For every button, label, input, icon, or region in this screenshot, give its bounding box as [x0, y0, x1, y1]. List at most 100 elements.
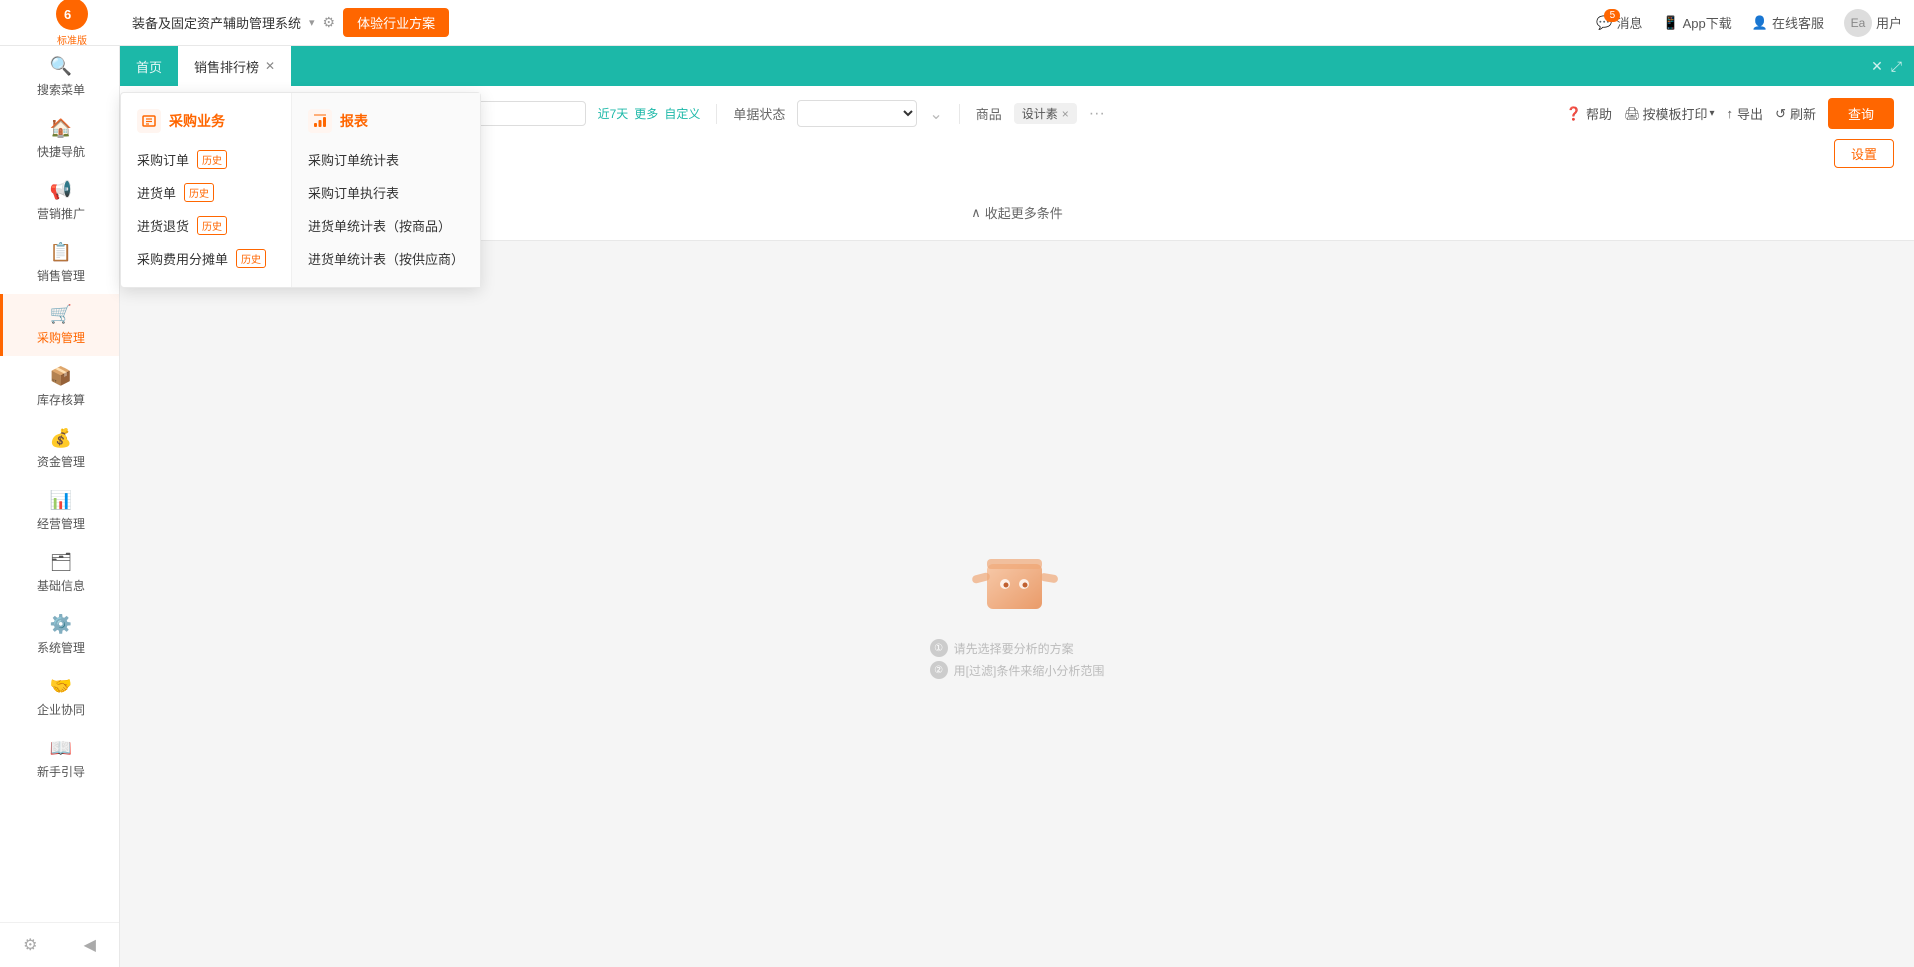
sidebar-settings-icon[interactable]: ⚙: [23, 935, 37, 955]
refresh-label: 刷新: [1790, 104, 1816, 123]
tab-home[interactable]: 首页: [120, 46, 178, 86]
sidebar-item-inventory[interactable]: 📦 库存核算: [0, 356, 119, 418]
tab-home-label: 首页: [136, 57, 162, 76]
export-icon: ↑: [1727, 106, 1734, 121]
help-icon: ❓: [1566, 106, 1582, 122]
system-name-text: 装备及固定资产辅助管理系统: [132, 13, 301, 32]
avatar: Ea: [1844, 9, 1872, 37]
export-button[interactable]: ↑ 导出: [1727, 104, 1764, 123]
collapse-label: 收起更多条件: [985, 203, 1063, 222]
sidebar-item-collab[interactable]: 🤝 企业协同: [0, 666, 119, 728]
help-button[interactable]: ❓ 帮助: [1566, 104, 1612, 123]
date-more[interactable]: 更多: [634, 105, 658, 122]
divider-1: [716, 104, 717, 124]
toolbar-right: ❓ 帮助 🖨 按模板打印 ▾ ↑ 导出 ↺ 刷新: [1566, 98, 1894, 129]
purchase-dropdown-menu: 采购业务 采购订单 历史 进货单 历史 进货退货 历史 采购费用分摊单 历史: [120, 92, 481, 288]
dropdown-report-header: 报表: [292, 105, 480, 143]
logo-area: 6 标准版: [12, 0, 132, 47]
dropdown-item-stock-stats-supplier[interactable]: 进货单统计表（按供应商）: [292, 242, 480, 275]
dropdown-item-stock-in-label: 进货单: [137, 183, 176, 202]
sales-icon: 📋: [50, 242, 72, 263]
system-name-area: 装备及固定资产辅助管理系统 ▾ ⚙ 体验行业方案: [132, 8, 1596, 37]
dropdown-item-purchase-order-exec[interactable]: 采购订单执行表: [292, 176, 480, 209]
sidebar-item-purchase[interactable]: 🛒 采购管理: [0, 294, 119, 356]
sidebar-item-sales[interactable]: 📋 销售管理: [0, 232, 119, 294]
system-settings-icon[interactable]: ⚙: [323, 14, 336, 31]
sidebar-item-operation[interactable]: 📊 经营管理: [0, 480, 119, 542]
messages-icon-wrap: 💬 5: [1596, 15, 1612, 31]
print-dropdown-arrow[interactable]: ▾: [1710, 108, 1715, 119]
dropdown-item-purchase-expense[interactable]: 采购费用分摊单 历史: [121, 242, 291, 275]
svg-text:6: 6: [64, 7, 71, 22]
search-icon: 🔍: [50, 56, 72, 77]
system-dropdown-arrow[interactable]: ▾: [309, 16, 315, 29]
query-button[interactable]: 查询: [1828, 98, 1894, 129]
sidebar-item-search[interactable]: 🔍 搜索菜单: [0, 46, 119, 108]
hint-text-2: 用[过滤]条件来缩小分析范围: [954, 662, 1105, 679]
service-icon: 👤: [1752, 15, 1768, 31]
empty-icon-area: [967, 529, 1067, 629]
goods-tag-close[interactable]: ×: [1062, 107, 1069, 121]
tab-sales-rank[interactable]: 销售排行榜 ✕: [178, 46, 291, 86]
inventory-icon: 📦: [50, 366, 72, 387]
date-7days[interactable]: 近7天: [598, 105, 629, 122]
dropdown-col-purchase: 采购业务 采购订单 历史 进货单 历史 进货退货 历史 采购费用分摊单 历史: [121, 93, 291, 287]
dropdown-item-stock-stats-goods[interactable]: 进货单统计表（按商品）: [292, 209, 480, 242]
sidebar-item-quicknav[interactable]: 🏠 快捷导航: [0, 108, 119, 170]
divider-2: [959, 104, 960, 124]
empty-state: ① 请先选择要分析的方案 ② 用[过滤]条件来缩小分析范围: [120, 241, 1914, 967]
sidebar-item-guide[interactable]: 📖 新手引导: [0, 728, 119, 790]
dropdown-item-stock-return[interactable]: 进货退货 历史: [121, 209, 291, 242]
sidebar-label-operation: 经营管理: [37, 515, 85, 532]
messages-label: 消息: [1616, 13, 1642, 32]
phone-icon: 📱: [1662, 15, 1678, 31]
doc-status-select[interactable]: [797, 100, 917, 127]
online-service-button[interactable]: 👤 在线客服: [1752, 13, 1824, 32]
empty-illustration: [967, 529, 1067, 629]
help-label: 帮助: [1586, 104, 1612, 123]
export-label: 导出: [1737, 104, 1763, 123]
sidebar-item-marketing[interactable]: 📢 营销推广: [0, 170, 119, 232]
industry-button[interactable]: 体验行业方案: [343, 8, 449, 37]
sidebar-label-sales: 销售管理: [37, 267, 85, 284]
sidebar-label-finance: 资金管理: [37, 453, 85, 470]
dropdown-item-purchase-order-stats-label: 采购订单统计表: [308, 150, 399, 169]
messages-button[interactable]: 💬 5 消息: [1596, 13, 1642, 32]
sidebar-label-purchase: 采购管理: [37, 329, 85, 346]
dropdown-item-stock-in[interactable]: 进货单 历史: [121, 176, 291, 209]
tab-window-close-icon[interactable]: ✕: [1871, 58, 1883, 75]
basic-icon: 🗂: [50, 552, 73, 573]
sidebar: 🔍 搜索菜单 🏠 快捷导航 📢 营销推广 📋 销售管理 🛒 采购管理 📦 库存核…: [0, 46, 120, 967]
tab-sales-rank-label: 销售排行榜: [194, 57, 259, 76]
dropdown-item-purchase-order-stats[interactable]: 采购订单统计表: [292, 143, 480, 176]
hint-item-2: ② 用[过滤]条件来缩小分析范围: [930, 661, 1105, 679]
print-button[interactable]: 🖨 按模板打印 ▾: [1624, 104, 1715, 123]
sidebar-item-finance[interactable]: 💰 资金管理: [0, 418, 119, 480]
print-label: 按模板打印: [1643, 104, 1708, 123]
sidebar-item-basic[interactable]: 🗂 基础信息: [0, 542, 119, 604]
sidebar-label-collab: 企业协同: [37, 701, 85, 718]
tab-close-icon[interactable]: ✕: [265, 59, 275, 73]
goods-dots[interactable]: ···: [1089, 105, 1105, 123]
hist-badge-stock-return: 历史: [197, 216, 227, 235]
user-area[interactable]: Ea 用户: [1844, 9, 1902, 37]
date-custom[interactable]: 自定义: [664, 105, 700, 122]
dropdown-col-report: 报表 采购订单统计表 采购订单执行表 进货单统计表（按商品） 进货单统计表（按供…: [291, 93, 480, 287]
sidebar-item-system[interactable]: ⚙️ 系统管理: [0, 604, 119, 666]
logo-icon: 6: [56, 0, 88, 30]
dropdown-item-purchase-order[interactable]: 采购订单 历史: [121, 143, 291, 176]
dropdown-item-purchase-order-label: 采购订单: [137, 150, 189, 169]
sidebar-bottom: ⚙ ◀: [0, 922, 119, 967]
hint-num-2: ②: [930, 661, 948, 679]
tab-expand-icon[interactable]: ⤢: [1891, 58, 1902, 75]
empty-hints: ① 请先选择要分析的方案 ② 用[过滤]条件来缩小分析范围: [930, 639, 1105, 679]
sidebar-label-marketing: 营销推广: [37, 205, 85, 222]
app-download-button[interactable]: 📱 App下载: [1662, 13, 1731, 32]
settings-button-wrap: 设置: [1834, 139, 1894, 168]
refresh-button[interactable]: ↺ 刷新: [1775, 104, 1816, 123]
user-name: 用户: [1876, 13, 1902, 32]
hist-badge-purchase-expense: 历史: [236, 249, 266, 268]
settings-button[interactable]: 设置: [1834, 139, 1894, 168]
doc-status-expand-icon[interactable]: ⌄: [929, 104, 942, 124]
sidebar-collapse-icon[interactable]: ◀: [84, 935, 96, 955]
